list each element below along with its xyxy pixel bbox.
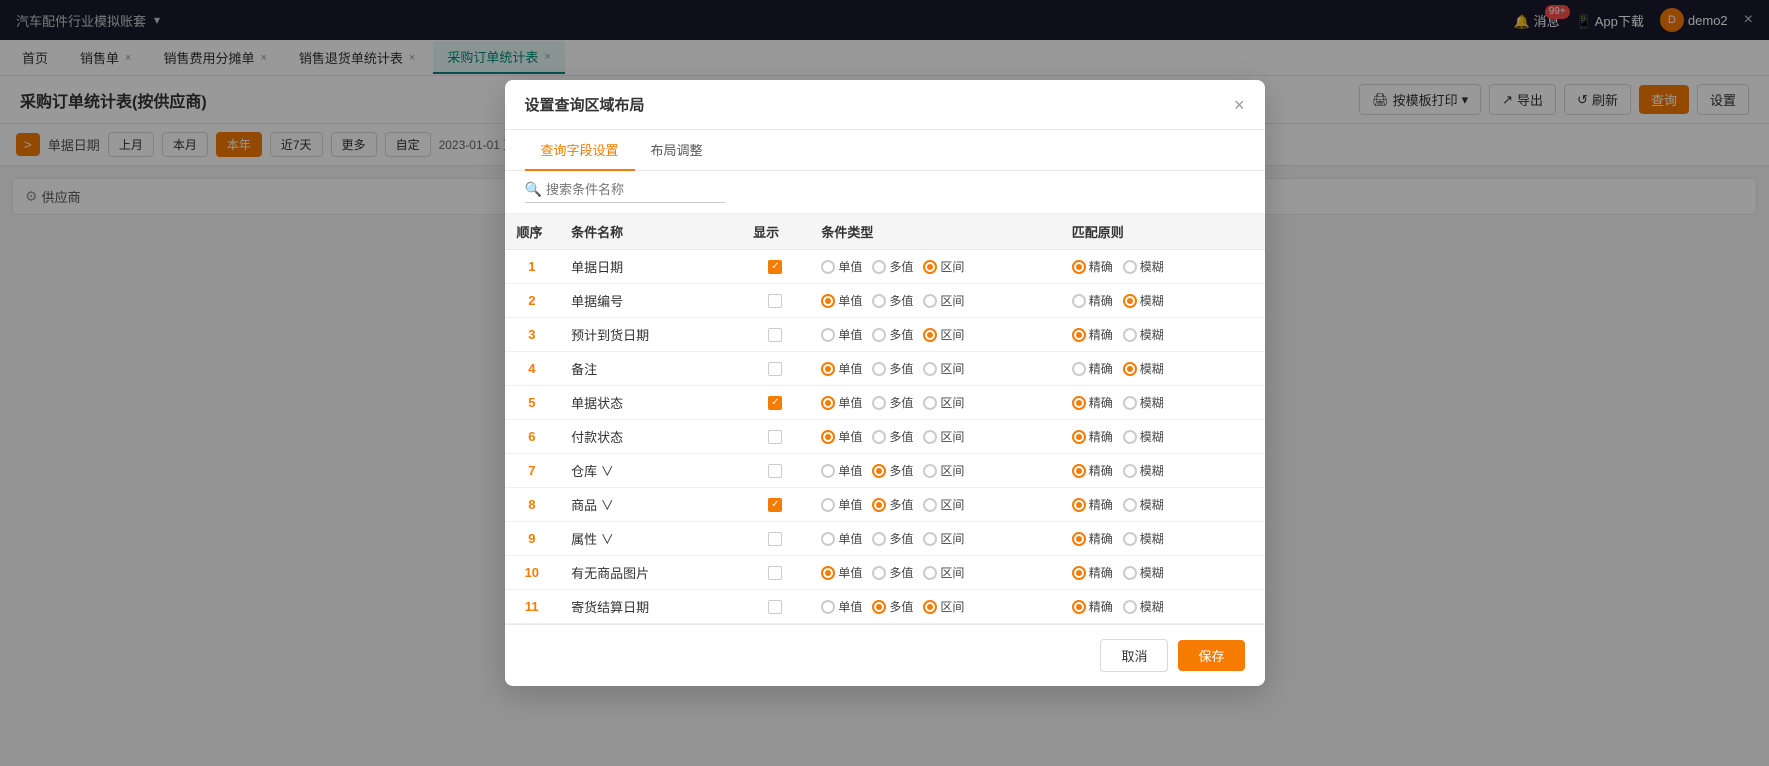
table-row: 2单据编号 单值多值区间精确模糊 bbox=[505, 284, 1265, 318]
row-order: 7 bbox=[505, 454, 560, 488]
row-order: 2 bbox=[505, 284, 560, 318]
row-match-principle[interactable]: 精确模糊 bbox=[1060, 386, 1265, 420]
row-match-principle[interactable]: 精确模糊 bbox=[1060, 522, 1265, 556]
table-row: 11寄货结算日期 单值多值区间精确模糊 bbox=[505, 590, 1265, 624]
table-row: 7仓库 ∨ 单值多值区间精确模糊 bbox=[505, 454, 1265, 488]
row-order: 4 bbox=[505, 352, 560, 386]
row-condition-name: 有无商品图片 bbox=[559, 556, 741, 590]
row-match-principle[interactable]: 精确模糊 bbox=[1060, 318, 1265, 352]
tab-layout-adjust[interactable]: 布局调整 bbox=[635, 130, 719, 171]
row-display-checkbox[interactable] bbox=[741, 420, 809, 454]
row-order: 9 bbox=[505, 522, 560, 556]
row-condition-type[interactable]: 单值多值区间 bbox=[809, 590, 1059, 624]
row-order: 3 bbox=[505, 318, 560, 352]
row-match-principle[interactable]: 精确模糊 bbox=[1060, 250, 1265, 284]
modal-overlay: 设置查询区域布局 × 查询字段设置 布局调整 🔍 顺序 bbox=[0, 0, 1769, 766]
row-condition-name: 寄货结算日期 bbox=[559, 590, 741, 624]
th-order: 顺序 bbox=[505, 214, 560, 250]
row-order: 6 bbox=[505, 420, 560, 454]
row-condition-name: 单据编号 bbox=[559, 284, 741, 318]
row-condition-type[interactable]: 单值多值区间 bbox=[809, 420, 1059, 454]
row-order: 8 bbox=[505, 488, 560, 522]
row-match-principle[interactable]: 精确模糊 bbox=[1060, 454, 1265, 488]
row-condition-type[interactable]: 单值多值区间 bbox=[809, 522, 1059, 556]
row-match-principle[interactable]: 精确模糊 bbox=[1060, 556, 1265, 590]
search-icon: 🔍 bbox=[525, 181, 542, 198]
table-row: 5单据状态 单值多值区间精确模糊 bbox=[505, 386, 1265, 420]
table-row: 3预计到货日期 单值多值区间精确模糊 bbox=[505, 318, 1265, 352]
table-row: 1单据日期 单值多值区间精确模糊 bbox=[505, 250, 1265, 284]
table-row: 9属性 ∨ 单值多值区间精确模糊 bbox=[505, 522, 1265, 556]
table-row: 8商品 ∨ 单值多值区间精确模糊 bbox=[505, 488, 1265, 522]
row-display-checkbox[interactable] bbox=[741, 590, 809, 624]
row-condition-name: 商品 ∨ bbox=[559, 488, 741, 522]
row-display-checkbox[interactable] bbox=[741, 386, 809, 420]
row-match-principle[interactable]: 精确模糊 bbox=[1060, 590, 1265, 624]
row-match-principle[interactable]: 精确模糊 bbox=[1060, 352, 1265, 386]
row-display-checkbox[interactable] bbox=[741, 318, 809, 352]
row-condition-name: 单据日期 bbox=[559, 250, 741, 284]
table-row: 10有无商品图片 单值多值区间精确模糊 bbox=[505, 556, 1265, 590]
modal-footer: 取消 保存 bbox=[505, 624, 1265, 686]
row-display-checkbox[interactable] bbox=[741, 522, 809, 556]
row-condition-name: 预计到货日期 bbox=[559, 318, 741, 352]
row-condition-type[interactable]: 单值多值区间 bbox=[809, 556, 1059, 590]
modal-table: 顺序 条件名称 显示 条件类型 匹配原则 1单据日期单值多值区间精确模糊2单据编… bbox=[505, 214, 1265, 624]
row-condition-name: 仓库 ∨ bbox=[559, 454, 741, 488]
modal-close-button[interactable]: × bbox=[1234, 96, 1245, 114]
table-header-row: 顺序 条件名称 显示 条件类型 匹配原则 bbox=[505, 214, 1265, 250]
row-display-checkbox[interactable] bbox=[741, 352, 809, 386]
row-order: 1 bbox=[505, 250, 560, 284]
row-display-checkbox[interactable] bbox=[741, 556, 809, 590]
row-display-checkbox[interactable] bbox=[741, 284, 809, 318]
table-row: 6付款状态 单值多值区间精确模糊 bbox=[505, 420, 1265, 454]
th-display: 显示 bbox=[741, 214, 809, 250]
th-type: 条件类型 bbox=[809, 214, 1059, 250]
row-match-principle[interactable]: 精确模糊 bbox=[1060, 420, 1265, 454]
table-row: 4备注 单值多值区间精确模糊 bbox=[505, 352, 1265, 386]
row-display-checkbox[interactable] bbox=[741, 488, 809, 522]
row-match-principle[interactable]: 精确模糊 bbox=[1060, 284, 1265, 318]
row-condition-type[interactable]: 单值多值区间 bbox=[809, 318, 1059, 352]
tab-layout-adjust-label: 布局调整 bbox=[651, 143, 703, 158]
tab-query-field-label: 查询字段设置 bbox=[541, 143, 619, 158]
row-order: 10 bbox=[505, 556, 560, 590]
row-condition-name: 单据状态 bbox=[559, 386, 741, 420]
search-input[interactable] bbox=[546, 182, 706, 197]
row-display-checkbox[interactable] bbox=[741, 250, 809, 284]
save-button[interactable]: 保存 bbox=[1178, 640, 1244, 671]
modal-title: 设置查询区域布局 bbox=[525, 94, 645, 115]
th-match: 匹配原则 bbox=[1060, 214, 1265, 250]
search-input-wrap: 🔍 bbox=[525, 181, 725, 203]
row-condition-type[interactable]: 单值多值区间 bbox=[809, 250, 1059, 284]
row-condition-type[interactable]: 单值多值区间 bbox=[809, 352, 1059, 386]
cancel-button[interactable]: 取消 bbox=[1100, 639, 1168, 672]
row-condition-type[interactable]: 单值多值区间 bbox=[809, 284, 1059, 318]
row-condition-name: 备注 bbox=[559, 352, 741, 386]
tab-query-field-settings[interactable]: 查询字段设置 bbox=[525, 130, 635, 171]
row-condition-type[interactable]: 单值多值区间 bbox=[809, 386, 1059, 420]
modal-dialog: 设置查询区域布局 × 查询字段设置 布局调整 🔍 顺序 bbox=[505, 80, 1265, 686]
row-condition-name: 付款状态 bbox=[559, 420, 741, 454]
row-condition-type[interactable]: 单值多值区间 bbox=[809, 488, 1059, 522]
modal-search-area: 🔍 bbox=[505, 171, 1265, 214]
modal-header: 设置查询区域布局 × bbox=[505, 80, 1265, 130]
row-condition-type[interactable]: 单值多值区间 bbox=[809, 454, 1059, 488]
row-match-principle[interactable]: 精确模糊 bbox=[1060, 488, 1265, 522]
row-condition-name: 属性 ∨ bbox=[559, 522, 741, 556]
row-order: 11 bbox=[505, 590, 560, 624]
row-display-checkbox[interactable] bbox=[741, 454, 809, 488]
th-name: 条件名称 bbox=[559, 214, 741, 250]
modal-tabs: 查询字段设置 布局调整 bbox=[505, 130, 1265, 171]
row-order: 5 bbox=[505, 386, 560, 420]
